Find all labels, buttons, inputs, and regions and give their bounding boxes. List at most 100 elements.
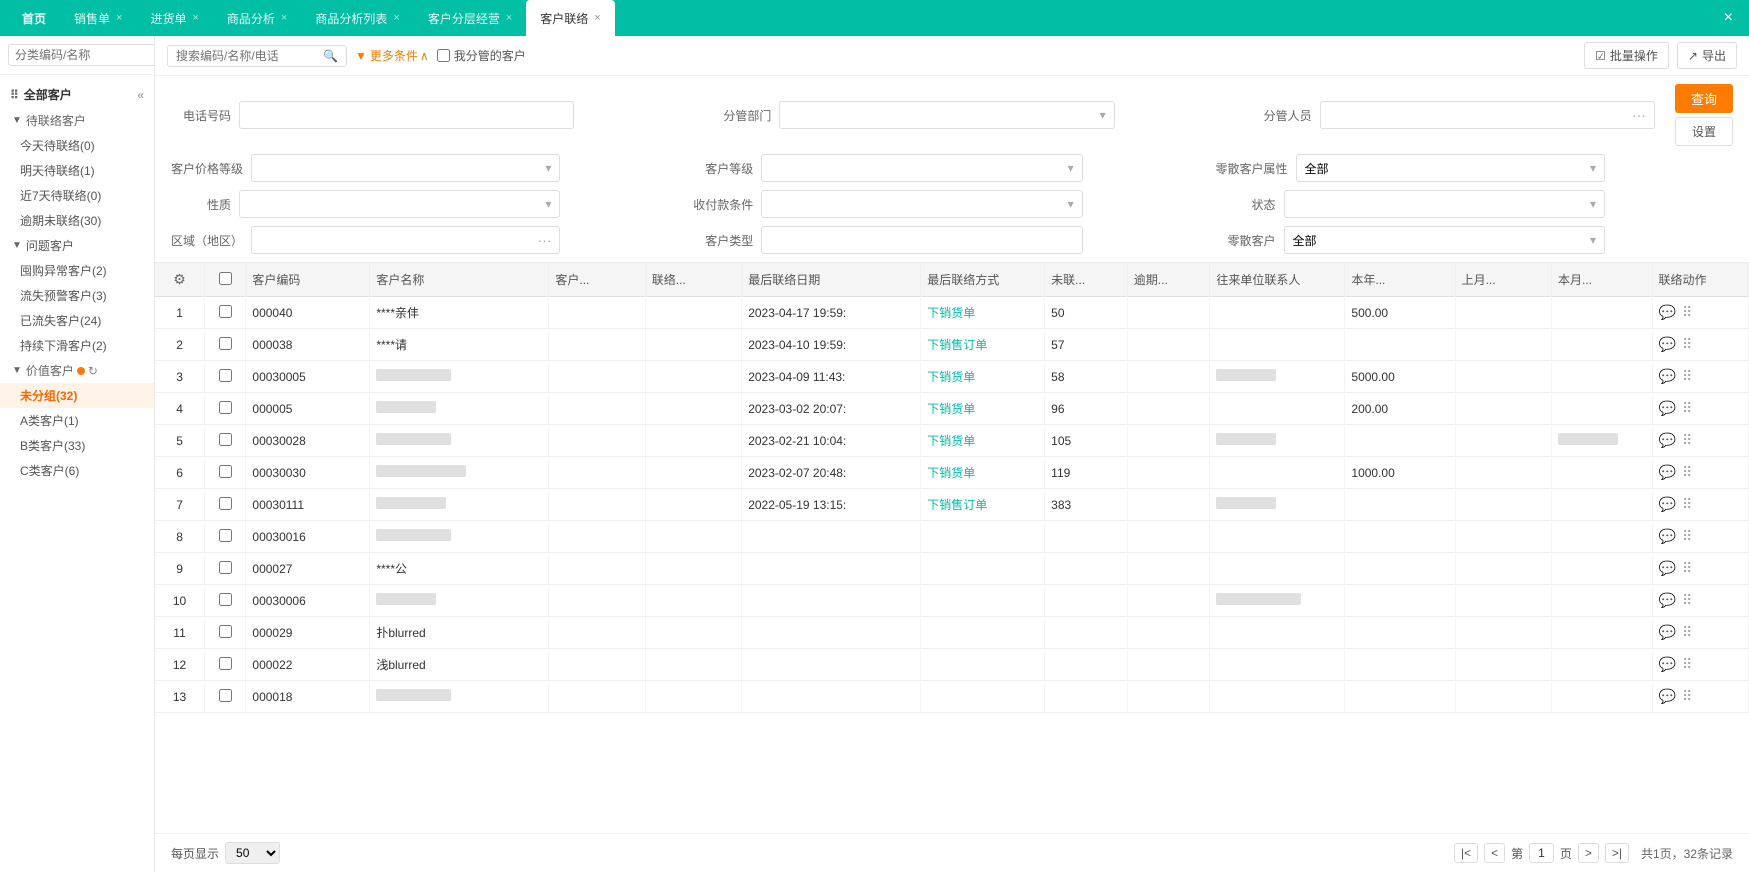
- chat-icon[interactable]: 💬: [1659, 528, 1676, 545]
- sidebar-item-overdue-pending[interactable]: 逾期未联络(30): [0, 208, 154, 233]
- cell-lastway[interactable]: 下销货单: [921, 297, 1045, 329]
- sidebar-item-a-class[interactable]: A类客户(1): [0, 408, 154, 433]
- main-search-icon[interactable]: 🔍: [323, 49, 338, 63]
- more-conditions-button[interactable]: ▼ 更多条件 ∧: [355, 47, 429, 64]
- collapse-sidebar-button[interactable]: «: [137, 88, 144, 102]
- lastway-link[interactable]: 下销售订单: [927, 338, 987, 352]
- sidebar-item-7days-pending[interactable]: 近7天待联络(0): [0, 183, 154, 208]
- more-action-icon[interactable]: ⠿: [1682, 624, 1692, 641]
- my-customers-check-input[interactable]: [437, 49, 450, 62]
- chat-icon[interactable]: 💬: [1659, 464, 1676, 481]
- chat-icon[interactable]: 💬: [1659, 336, 1676, 353]
- cell-checkbox[interactable]: [205, 361, 246, 393]
- close-tab-sales[interactable]: ×: [116, 12, 122, 24]
- more-action-icon[interactable]: ⠿: [1682, 560, 1692, 577]
- status-select[interactable]: ▾: [1284, 190, 1605, 218]
- lastway-link[interactable]: 下销货单: [927, 306, 975, 320]
- customer-type-input[interactable]: [761, 226, 1082, 254]
- main-search-input[interactable]: [176, 49, 323, 63]
- more-action-icon[interactable]: ⠿: [1682, 688, 1692, 705]
- customer-grade-select[interactable]: ▾: [761, 154, 1082, 182]
- nature-select[interactable]: ▾: [239, 190, 560, 218]
- cell-checkbox[interactable]: [205, 329, 246, 361]
- cell-lastway[interactable]: 下销货单: [921, 425, 1045, 457]
- row-checkbox[interactable]: [219, 337, 232, 350]
- row-checkbox[interactable]: [219, 465, 232, 478]
- export-button[interactable]: ↗ 导出: [1677, 42, 1737, 69]
- tab-home[interactable]: 首页: [8, 0, 60, 36]
- row-checkbox[interactable]: [219, 305, 232, 318]
- last-page-button[interactable]: >|: [1605, 843, 1629, 863]
- lastway-link[interactable]: 下销货单: [927, 370, 975, 384]
- chat-icon[interactable]: 💬: [1659, 688, 1676, 705]
- reset-button[interactable]: 设置: [1675, 117, 1733, 146]
- prev-page-button[interactable]: <: [1484, 843, 1505, 863]
- more-action-icon[interactable]: ⠿: [1682, 496, 1692, 513]
- lastway-link[interactable]: 下销货单: [927, 466, 975, 480]
- chat-icon[interactable]: 💬: [1659, 368, 1676, 385]
- first-page-button[interactable]: |<: [1454, 843, 1478, 863]
- payment-select[interactable]: ▾: [761, 190, 1082, 218]
- refresh-icon[interactable]: ↻: [88, 364, 98, 378]
- cell-checkbox[interactable]: [205, 521, 246, 553]
- close-tab-customer-contact[interactable]: ×: [594, 12, 600, 24]
- tab-customer-tier[interactable]: 客户分层经营 ×: [414, 0, 526, 36]
- region-input[interactable]: ···: [251, 226, 560, 254]
- lastway-link[interactable]: 下销货单: [927, 434, 975, 448]
- query-button[interactable]: 查询: [1675, 84, 1733, 113]
- phone-input[interactable]: [239, 101, 574, 129]
- cell-lastway[interactable]: 下销货单: [921, 393, 1045, 425]
- col-checkbox-header[interactable]: [205, 263, 246, 297]
- cell-checkbox[interactable]: [205, 425, 246, 457]
- tab-goods-list[interactable]: 商品分析列表 ×: [301, 0, 413, 36]
- row-checkbox[interactable]: [219, 401, 232, 414]
- sidebar-item-abnormal[interactable]: 囤购异常客户(2): [0, 258, 154, 283]
- tab-purchase[interactable]: 进货单 ×: [136, 0, 212, 36]
- chat-icon[interactable]: 💬: [1659, 624, 1676, 641]
- chat-icon[interactable]: 💬: [1659, 496, 1676, 513]
- select-all-checkbox[interactable]: [219, 272, 232, 285]
- sidebar-item-churned[interactable]: 已流失客户(24): [0, 308, 154, 333]
- sidebar-item-ungroup[interactable]: 未分组(32): [0, 383, 154, 408]
- close-tab-customer-tier[interactable]: ×: [506, 12, 512, 24]
- lastway-link[interactable]: 下销货单: [927, 402, 975, 416]
- chat-icon[interactable]: 💬: [1659, 656, 1676, 673]
- chat-icon[interactable]: 💬: [1659, 560, 1676, 577]
- cell-checkbox[interactable]: [205, 393, 246, 425]
- tab-goods-analysis[interactable]: 商品分析 ×: [213, 0, 301, 36]
- next-page-button[interactable]: >: [1578, 843, 1599, 863]
- chat-icon[interactable]: 💬: [1659, 432, 1676, 449]
- row-checkbox[interactable]: [219, 689, 232, 702]
- close-tab-purchase[interactable]: ×: [192, 12, 198, 24]
- more-action-icon[interactable]: ⠿: [1682, 528, 1692, 545]
- chat-icon[interactable]: 💬: [1659, 400, 1676, 417]
- more-action-icon[interactable]: ⠿: [1682, 368, 1692, 385]
- sidebar-item-declining[interactable]: 持续下滑客户(2): [0, 333, 154, 358]
- manager-input[interactable]: ···: [1320, 101, 1655, 129]
- tab-sales[interactable]: 销售单 ×: [60, 0, 136, 36]
- cell-lastway[interactable]: 下销货单: [921, 361, 1045, 393]
- category-search-input[interactable]: [8, 44, 155, 66]
- sparse-attr-select[interactable]: 全部 ▾: [1296, 154, 1605, 182]
- row-checkbox[interactable]: [219, 561, 232, 574]
- more-action-icon[interactable]: ⠿: [1682, 432, 1692, 449]
- more-action-icon[interactable]: ⠿: [1682, 592, 1692, 609]
- more-action-icon[interactable]: ⠿: [1682, 656, 1692, 673]
- sidebar-item-c-class[interactable]: C类客户(6): [0, 458, 154, 483]
- sidebar-all-customers[interactable]: ⠿ 全部客户 «: [0, 81, 154, 108]
- row-checkbox[interactable]: [219, 497, 232, 510]
- main-search-box[interactable]: 🔍: [167, 45, 347, 67]
- my-customers-checkbox[interactable]: 我分管的客户: [437, 47, 526, 64]
- sidebar-item-churn-warning[interactable]: 流失预警客户(3): [0, 283, 154, 308]
- row-checkbox[interactable]: [219, 369, 232, 382]
- row-checkbox[interactable]: [219, 625, 232, 638]
- price-grade-select[interactable]: ▾: [251, 154, 560, 182]
- chat-icon[interactable]: 💬: [1659, 592, 1676, 609]
- per-page-select[interactable]: 50 100 200: [225, 842, 280, 864]
- row-checkbox[interactable]: [219, 657, 232, 670]
- cell-checkbox[interactable]: [205, 585, 246, 617]
- batch-ops-button[interactable]: ☑ 批量操作: [1584, 42, 1669, 69]
- more-action-icon[interactable]: ⠿: [1682, 400, 1692, 417]
- row-checkbox[interactable]: [219, 593, 232, 606]
- sidebar-section-problem[interactable]: ▼ 问题客户: [0, 233, 154, 258]
